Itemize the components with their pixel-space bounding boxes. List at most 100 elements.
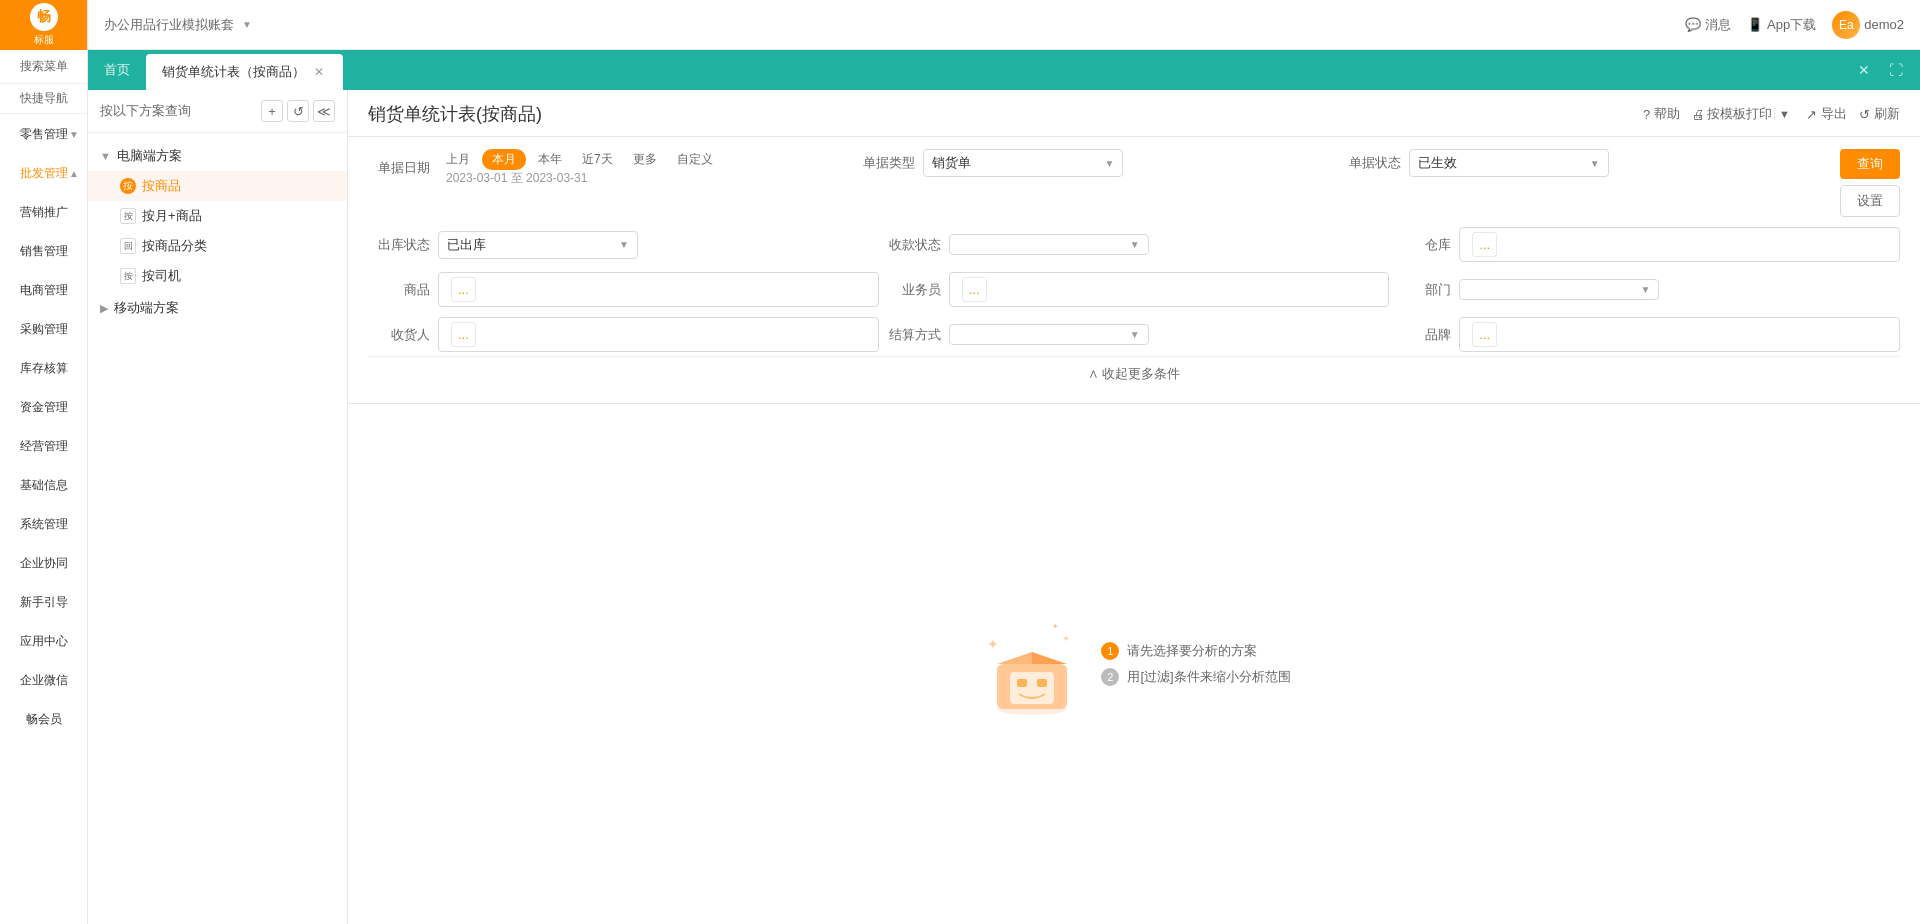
print-btn[interactable]: 🖨 按模板打印 ▼ [1692, 105, 1794, 123]
salesman-input[interactable]: ... [949, 272, 1390, 307]
print-dropdown-icon[interactable]: ▼ [1774, 108, 1794, 120]
sidebar-item-ops[interactable]: 经营管理 [0, 426, 87, 465]
settings-btn[interactable]: 设置 [1840, 185, 1900, 217]
tab-sales-stats[interactable]: 销货单统计表（按商品） ✕ [146, 54, 343, 90]
date-tab-this-month[interactable]: 本月 [482, 149, 526, 170]
user-avatar[interactable]: Ea demo2 [1832, 11, 1904, 39]
top-header: 办公用品行业模拟账套 ▼ 💬 消息 📱 App下载 Ea demo2 [88, 0, 1920, 50]
out-status-label: 出库状态 [368, 236, 438, 254]
dept-select[interactable]: ▼ [1459, 279, 1659, 300]
date-tab-custom[interactable]: 自定义 [669, 149, 721, 170]
tree-container: ▼ 电脑端方案 按 按商品 按 按月+商品 回 按商品分类 [88, 133, 347, 924]
tree-child-by-month-product[interactable]: 按 按月+商品 [88, 201, 347, 231]
sidebar-item-basic[interactable]: 基础信息 [0, 465, 87, 504]
export-btn[interactable]: ↗ 导出 [1806, 105, 1847, 123]
sidebar-logo[interactable]: 畅 标服 [0, 0, 87, 50]
sidebar-item-guide[interactable]: 新手引导 [0, 582, 87, 621]
tab-home[interactable]: 首页 [88, 50, 146, 90]
panel-refresh-btn[interactable]: ↺ [287, 100, 309, 122]
sidebar-item-inventory[interactable]: 库存核算 [0, 348, 87, 387]
company-name: 办公用品行业模拟账套 [104, 16, 234, 34]
tree-parent-mobile[interactable]: ▶ 移动端方案 [88, 293, 347, 323]
help-btn[interactable]: ? 帮助 [1643, 105, 1680, 123]
header-left: 办公用品行业模拟账套 ▼ [104, 16, 252, 34]
sidebar-item-collab[interactable]: 企业协同 [0, 543, 87, 582]
page-actions: ? 帮助 🖨 按模板打印 ▼ ↗ 导出 ↺ 刷新 [1643, 105, 1900, 123]
doc-status-select[interactable]: 已生效 ▼ [1409, 149, 1609, 177]
settlement-select[interactable]: ▼ [949, 324, 1149, 345]
warehouse-input[interactable]: ... [1459, 227, 1900, 262]
dept-arrow-icon: ▼ [1640, 284, 1650, 295]
payment-select[interactable]: ▼ [949, 234, 1149, 255]
tree-group-mobile: ▶ 移动端方案 [88, 293, 347, 323]
warehouse-dots-btn[interactable]: ... [1472, 232, 1497, 257]
sidebar-item-member[interactable]: 畅会员 [0, 699, 87, 738]
download-icon: 📱 [1747, 17, 1763, 32]
sidebar-item-retail[interactable]: 零售管理 ▼ [0, 114, 87, 153]
doc-type-label: 单据类型 [853, 154, 923, 172]
tree-child-by-machine[interactable]: 按 按司机 [88, 261, 347, 291]
svg-text:✦: ✦ [987, 636, 999, 652]
retail-arrow-icon: ▼ [69, 128, 79, 139]
sidebar-item-appcenter[interactable]: 应用中心 [0, 621, 87, 660]
date-tab-7days[interactable]: 近7天 [574, 149, 621, 170]
dept-label: 部门 [1389, 281, 1459, 299]
brand-label: 品牌 [1389, 326, 1459, 344]
doc-status-arrow-icon: ▼ [1590, 158, 1600, 169]
product-dots-btn[interactable]: ... [451, 277, 476, 302]
empty-state: ✦ ✦ ✦ 1 请先选择要分析的方案 2 用[过滤]条件来缩小分析范围 [348, 404, 1920, 924]
product-input[interactable]: ... [438, 272, 879, 307]
empty-svg: ✦ ✦ ✦ [977, 614, 1087, 724]
tab-expand[interactable]: ⛶ [1884, 58, 1908, 82]
panel-add-btn[interactable]: + [261, 100, 283, 122]
out-status-select[interactable]: 已出库 ▼ [438, 231, 638, 259]
sidebar-item-wechat[interactable]: 企业微信 [0, 660, 87, 699]
brand-dots-btn[interactable]: ... [1472, 322, 1497, 347]
panel-collapse-btn[interactable]: ≪ [313, 100, 335, 122]
sidebar-item-purchase[interactable]: 采购管理 [0, 309, 87, 348]
collapse-row[interactable]: ∧ 收起更多条件 [368, 356, 1900, 391]
refresh-btn[interactable]: ↺ 刷新 [1859, 105, 1900, 123]
search-btn[interactable]: 查询 [1840, 149, 1900, 179]
avatar-image: Ea [1832, 11, 1860, 39]
mobile-expand-icon: ▶ [100, 302, 108, 315]
date-tabs: 上月 本月 本年 近7天 更多 自定义 [438, 149, 721, 170]
tree-child-by-category[interactable]: 回 按商品分类 [88, 231, 347, 261]
sidebar-search[interactable]: 搜索菜单 [0, 50, 87, 84]
sidebar-item-ecommerce[interactable]: 电商管理 [0, 270, 87, 309]
svg-text:✦: ✦ [1052, 622, 1059, 631]
warehouse-label: 仓库 [1389, 236, 1459, 254]
sidebar-quicknav[interactable]: 快捷导航 [0, 84, 87, 114]
empty-tip-1: 1 请先选择要分析的方案 [1101, 642, 1290, 660]
svg-rect-4 [1017, 679, 1027, 687]
empty-content: ✦ ✦ ✦ 1 请先选择要分析的方案 2 用[过滤]条件来缩小分析范围 [977, 614, 1290, 714]
date-tab-this-year[interactable]: 本年 [530, 149, 570, 170]
tab-close-icon[interactable]: ✕ [311, 64, 327, 80]
doc-type-select[interactable]: 销货单 ▼ [923, 149, 1123, 177]
company-dropdown-icon[interactable]: ▼ [242, 19, 252, 30]
sidebar-item-system[interactable]: 系统管理 [0, 504, 87, 543]
product-label: 商品 [368, 281, 438, 299]
tab-close-all[interactable]: ✕ [1852, 58, 1876, 82]
filter-area: 单据日期 上月 本月 本年 近7天 更多 自定义 2023-03-01 至 20… [348, 137, 1920, 404]
messages-action[interactable]: 💬 消息 [1685, 16, 1731, 34]
salesman-label: 业务员 [879, 281, 949, 299]
print-icon: 🖨 [1692, 107, 1705, 122]
brand-input[interactable]: ... [1459, 317, 1900, 352]
app-download-action[interactable]: 📱 App下载 [1747, 16, 1816, 34]
sidebar-item-sales[interactable]: 销售管理 [0, 231, 87, 270]
tree-child-by-product[interactable]: 按 按商品 [88, 171, 347, 201]
receiver-label: 收货人 [368, 326, 438, 344]
sidebar-item-finance[interactable]: 资金管理 [0, 387, 87, 426]
receiver-dots-btn[interactable]: ... [451, 322, 476, 347]
salesman-dots-btn[interactable]: ... [962, 277, 987, 302]
date-tab-last-month[interactable]: 上月 [438, 149, 478, 170]
logo-icon: 畅 [30, 3, 58, 31]
tree-parent-desktop[interactable]: ▼ 电脑端方案 [88, 141, 347, 171]
sidebar-item-marketing[interactable]: 营销推广 [0, 192, 87, 231]
doc-status-label: 单据状态 [1339, 154, 1409, 172]
date-tab-more[interactable]: 更多 [625, 149, 665, 170]
receiver-input[interactable]: ... [438, 317, 879, 352]
help-icon: ? [1643, 107, 1650, 122]
sidebar-item-wholesale[interactable]: 批发管理 ▲ [0, 153, 87, 192]
